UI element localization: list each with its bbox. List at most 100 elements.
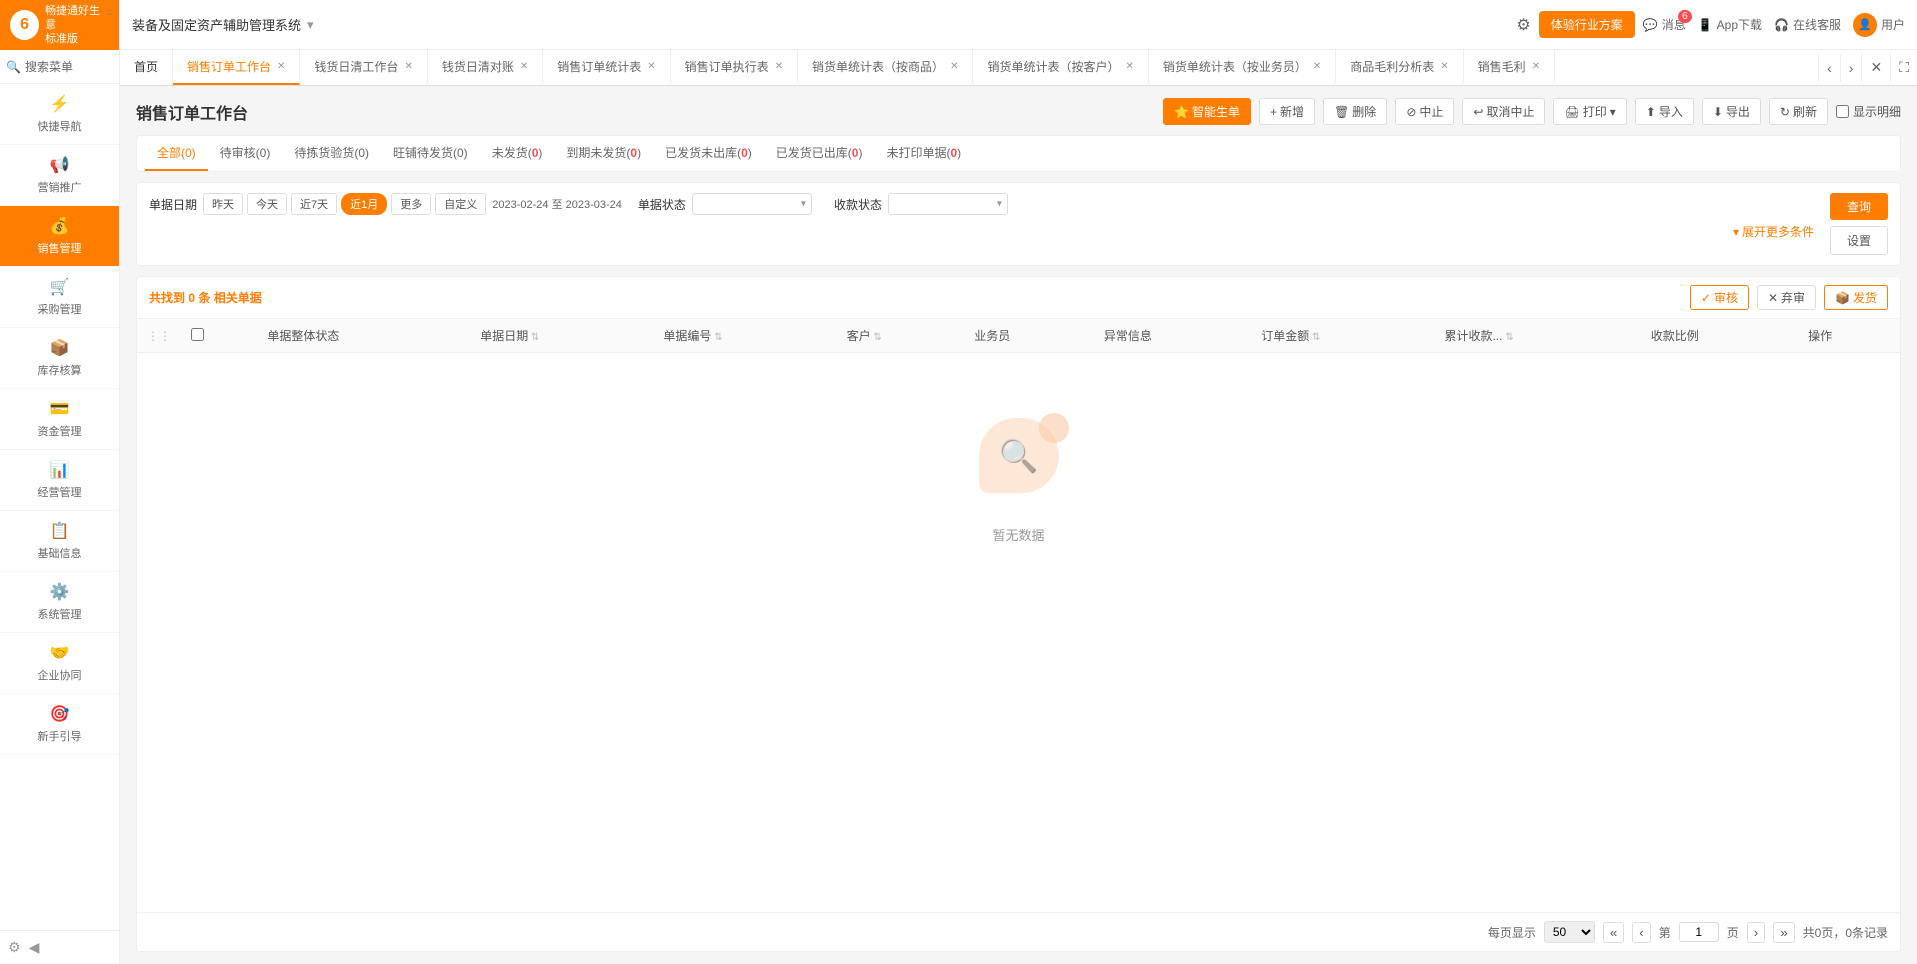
query-btn[interactable]: 查询 xyxy=(1830,193,1888,220)
tab-prev-btn[interactable]: ‹ xyxy=(1818,54,1840,82)
sidebar-item-quick-nav[interactable]: ⚡快捷导航 xyxy=(0,84,119,145)
tab-close-icon[interactable]: ✕ xyxy=(1313,61,1321,72)
revoke-btn[interactable]: ✕ 弃审 xyxy=(1757,285,1816,310)
sub-tab-not-shipped[interactable]: 未发货(0) xyxy=(480,136,555,171)
th-amount[interactable]: 订单金额 xyxy=(1251,319,1434,353)
experience-btn[interactable]: 体验行业方案 xyxy=(1539,11,1635,38)
th-collected[interactable]: 累计收款... xyxy=(1434,319,1640,353)
status-select[interactable] xyxy=(692,193,812,215)
page-input[interactable] xyxy=(1679,922,1719,942)
date-btn-yesterday[interactable]: 昨天 xyxy=(203,193,243,215)
tab-close-icon[interactable]: ✕ xyxy=(1440,61,1448,72)
print-btn[interactable]: 🖨 打印 ▾ xyxy=(1553,98,1626,125)
sidebar-item-system[interactable]: ⚙️系统管理 xyxy=(0,572,119,633)
date-btn-more[interactable]: 更多 xyxy=(391,193,431,215)
th-ratio: 收款比例 xyxy=(1641,319,1798,353)
sidebar-item-finance[interactable]: 💳资金管理 xyxy=(0,389,119,450)
sub-tab-all[interactable]: 全部(0) xyxy=(145,136,208,171)
export-btn[interactable]: ⬇ 导出 xyxy=(1702,98,1761,125)
sidebar-item-purchase[interactable]: 🛒采购管理 xyxy=(0,267,119,328)
sub-tab-shipped-out[interactable]: 已发货已出库(0) xyxy=(764,136,875,171)
delete-btn[interactable]: 🗑 删除 xyxy=(1323,98,1387,125)
tab-goods-stat-product[interactable]: 销货单统计表（按商品）✕ xyxy=(798,50,973,85)
expand-btn[interactable]: ▾ 展开更多条件 xyxy=(1733,223,1814,240)
print-dropdown-icon: ▾ xyxy=(1610,105,1616,119)
sidebar-item-inventory[interactable]: 📦库存核算 xyxy=(0,328,119,389)
tab-home[interactable]: 首页 xyxy=(120,50,173,85)
th-date[interactable]: 单据日期 xyxy=(470,319,653,353)
payment-select[interactable] xyxy=(888,193,1008,215)
prev-page-btn[interactable]: ‹ xyxy=(1632,922,1650,943)
tab-close-icon[interactable]: ✕ xyxy=(1532,61,1540,72)
app-download-btn[interactable]: 📱 App下载 xyxy=(1698,16,1762,33)
show-detail-checkbox[interactable] xyxy=(1836,105,1849,118)
ship-btn[interactable]: 📦 发货 xyxy=(1824,285,1888,310)
date-btn-today[interactable]: 今天 xyxy=(247,193,287,215)
sub-tab-pending-review[interactable]: 待审核(0) xyxy=(208,136,283,171)
th-number[interactable]: 单据编号 xyxy=(653,319,836,353)
tab-cash-reconcile[interactable]: 钱货日清对账✕ xyxy=(428,50,543,85)
sub-tab-not-printed[interactable]: 未打印单据(0) xyxy=(874,136,973,171)
empty-search-icon: 🔍 xyxy=(999,437,1039,475)
th-customer[interactable]: 客户 xyxy=(837,319,965,353)
tab-close-all-btn[interactable]: ✕ xyxy=(1861,53,1890,82)
last-page-btn[interactable]: » xyxy=(1773,922,1794,943)
sidebar-item-guide[interactable]: 🎯新手引导 xyxy=(0,694,119,755)
online-service-btn[interactable]: 🎧 在线客服 xyxy=(1774,16,1841,33)
tab-close-icon[interactable]: ✕ xyxy=(1125,61,1133,72)
sidebar-search[interactable]: 🔍 搜索菜单 xyxy=(0,50,119,84)
smart-create-btn[interactable]: ⭐ 智能生单 xyxy=(1163,98,1251,125)
topbar-settings-icon[interactable]: ⚙ xyxy=(1516,15,1530,35)
th-status: 单据整体状态 xyxy=(257,319,470,353)
cancel-suspend-icon: ↩ xyxy=(1473,105,1483,119)
tab-sales-order[interactable]: 销售订单工作台✕ xyxy=(173,50,300,85)
user-menu[interactable]: 👤 用户 xyxy=(1853,13,1905,37)
import-btn[interactable]: ⬆ 导入 xyxy=(1635,98,1694,125)
tab-fullscreen-btn[interactable]: ⛶ xyxy=(1890,53,1917,82)
tab-close-icon[interactable]: ✕ xyxy=(404,61,412,72)
tab-next-btn[interactable]: › xyxy=(1840,54,1862,82)
sub-tab-pending-inspect[interactable]: 待拣货验货(0) xyxy=(282,136,381,171)
tab-sales-exec[interactable]: 销售订单执行表✕ xyxy=(671,50,798,85)
page-size-select[interactable]: 50 10 20 100 xyxy=(1544,921,1595,943)
print-icon: 🖨 xyxy=(1564,105,1579,119)
select-all-checkbox[interactable] xyxy=(191,328,204,341)
suspend-btn[interactable]: ⊘ 中止 xyxy=(1395,98,1454,125)
status-select-wrap xyxy=(692,193,812,215)
tab-close-icon[interactable]: ✕ xyxy=(520,61,528,72)
message-btn[interactable]: 💬 消息 6 xyxy=(1643,16,1686,33)
filter-row: 单据日期 昨天今天近7天近1月更多自定义 2023-02-24 至 2023-0… xyxy=(149,193,1814,215)
tab-close-icon[interactable]: ✕ xyxy=(647,61,655,72)
sidebar-item-marketing[interactable]: 📢营销推广 xyxy=(0,145,119,206)
first-page-btn[interactable]: « xyxy=(1603,922,1624,943)
tab-goods-stat-staff[interactable]: 销货单统计表（按业务员）✕ xyxy=(1149,50,1336,85)
tab-goods-stat-customer[interactable]: 销货单统计表（按客户）✕ xyxy=(973,50,1148,85)
settings-btn[interactable]: 设置 xyxy=(1830,226,1888,255)
tab-cash-daily[interactable]: 钱货日清工作台✕ xyxy=(300,50,427,85)
sidebar-item-collab[interactable]: 🤝企业协同 xyxy=(0,633,119,694)
next-page-btn[interactable]: › xyxy=(1747,922,1765,943)
sidebar-item-operation[interactable]: 📊经营管理 xyxy=(0,450,119,511)
tab-sales-profit[interactable]: 销售毛利✕ xyxy=(1464,50,1555,85)
review-btn[interactable]: ✓ 审核 xyxy=(1690,285,1749,310)
date-btn-custom[interactable]: 自定义 xyxy=(435,193,486,215)
sub-tab-wangpu-pending[interactable]: 旺铺待发货(0) xyxy=(381,136,480,171)
refresh-btn[interactable]: ↻ 刷新 xyxy=(1769,98,1828,125)
sidebar-item-sales[interactable]: 💰销售管理 xyxy=(0,206,119,267)
tab-close-icon[interactable]: ✕ xyxy=(277,61,285,72)
show-detail-label[interactable]: 显示明细 xyxy=(1836,103,1901,120)
sidebar-item-basic-info[interactable]: 📋基础信息 xyxy=(0,511,119,572)
date-btn-7days[interactable]: 近7天 xyxy=(291,193,337,215)
tab-goods-margin[interactable]: 商品毛利分析表✕ xyxy=(1336,50,1463,85)
tab-close-icon[interactable]: ✕ xyxy=(775,61,783,72)
date-btn-1month[interactable]: 近1月 xyxy=(341,193,387,215)
tab-sales-stat[interactable]: 销售订单统计表✕ xyxy=(543,50,670,85)
sub-tab-expired-not-shipped[interactable]: 到期未发货(0) xyxy=(554,136,653,171)
add-btn[interactable]: + 新增 xyxy=(1259,98,1315,125)
th-select-all[interactable] xyxy=(181,319,257,353)
collapse-icon[interactable]: ◀ xyxy=(29,939,40,956)
cancel-suspend-btn[interactable]: ↩ 取消中止 xyxy=(1462,98,1545,125)
sub-tab-shipped-not-out[interactable]: 已发货未出库(0) xyxy=(653,136,764,171)
tab-close-icon[interactable]: ✕ xyxy=(950,61,958,72)
settings-icon[interactable]: ⚙ xyxy=(8,939,21,956)
